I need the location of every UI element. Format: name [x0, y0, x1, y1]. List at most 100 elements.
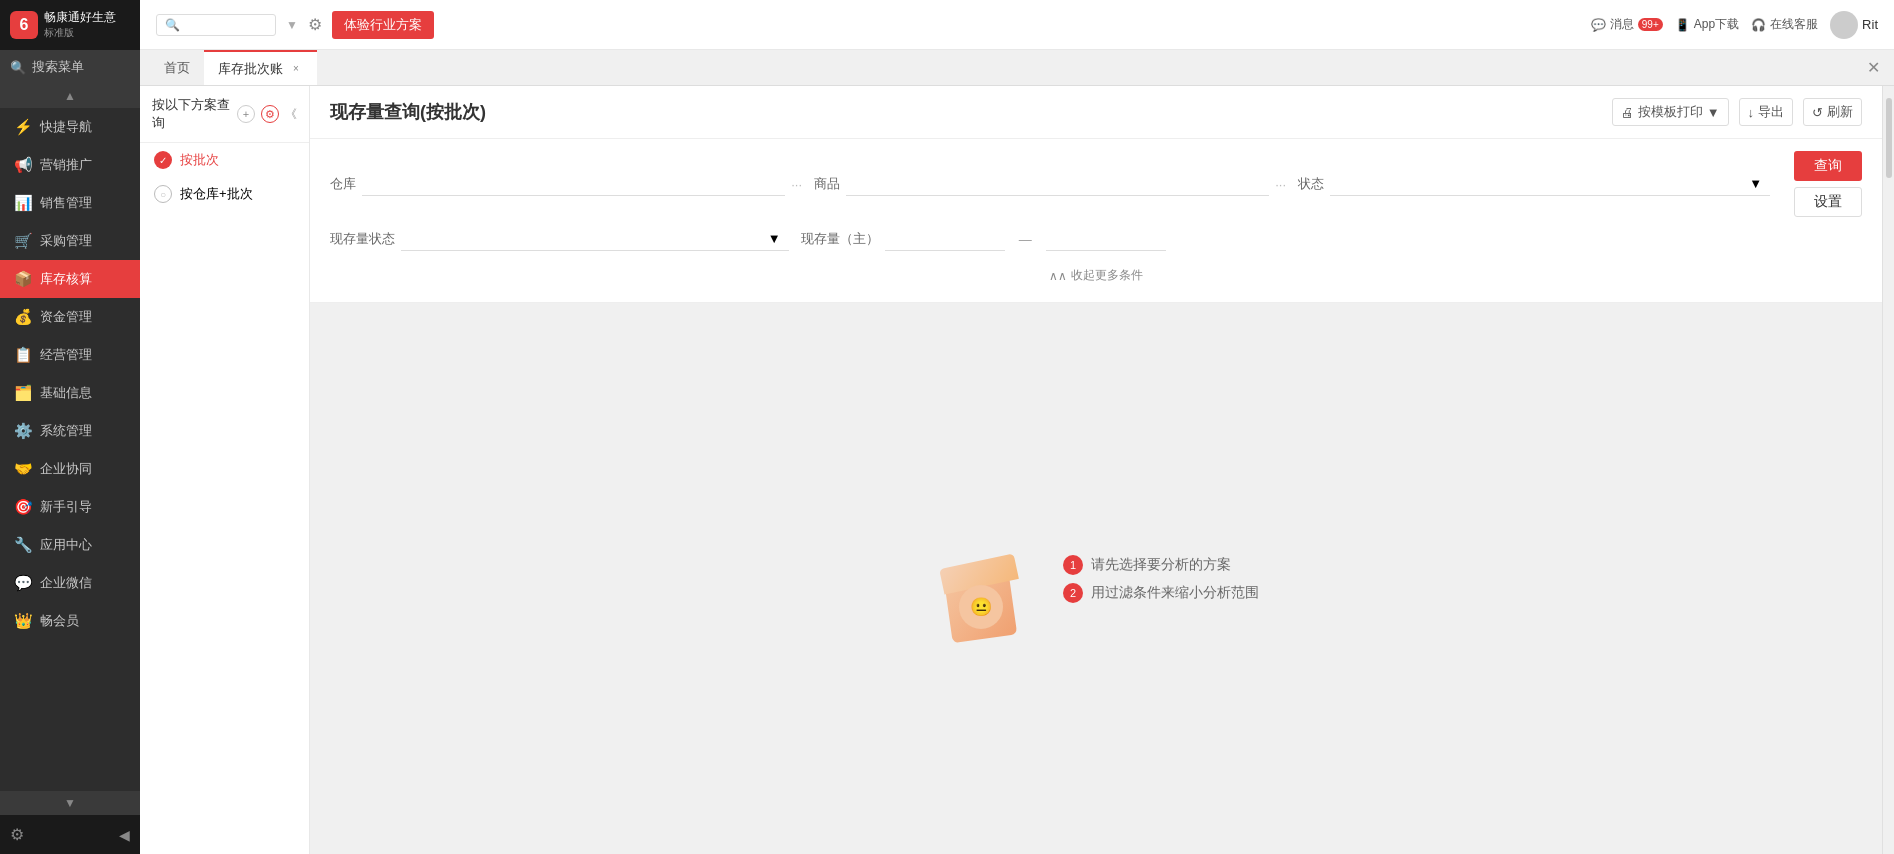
sidebar-item-label: 企业协同 — [40, 460, 92, 478]
tab-panel-close-btn[interactable]: ✕ — [1863, 54, 1884, 81]
settings-button[interactable]: 设置 — [1794, 187, 1862, 217]
warehouse-input[interactable] — [362, 172, 785, 196]
tab-home-label: 首页 — [164, 59, 190, 77]
sidebar-item-quick-nav[interactable]: ⚡ 快捷导航 — [0, 108, 140, 146]
tab-close-icon[interactable]: × — [289, 62, 303, 76]
scrollbar-thumb — [1886, 98, 1892, 178]
online-service-label: 在线客服 — [1770, 16, 1818, 33]
collapse-chevron-icon: ∧∧ — [1049, 269, 1067, 283]
collapse-more-conditions-btn[interactable]: ∧∧ 收起更多条件 — [330, 261, 1862, 290]
filter-row-1: 仓库 ··· 商品 ··· 状态 ▼ — [330, 151, 1862, 217]
sidebar-item-label: 快捷导航 — [40, 118, 92, 136]
warehouse-label: 仓库 — [330, 175, 356, 193]
warehouse-field: 仓库 ··· — [330, 172, 802, 196]
user-profile-btn[interactable]: Rit — [1830, 11, 1878, 39]
step-1-text: 请先选择要分析的方案 — [1091, 556, 1231, 574]
warehouse-more-icon[interactable]: ··· — [791, 177, 802, 192]
page-title: 现存量查询(按批次) — [330, 100, 486, 124]
topbar-actions: 💬 消息 99+ 📱 App下载 🎧 在线客服 Rit — [1591, 11, 1878, 39]
sidebar-item-enterprise[interactable]: 🤝 企业协同 — [0, 450, 140, 488]
status-select[interactable]: ▼ — [1330, 172, 1770, 196]
stock-status-dropdown-icon: ▼ — [768, 231, 781, 246]
vip-icon: 👑 — [14, 612, 32, 630]
status-label: 状态 — [1298, 175, 1324, 193]
sidebar-item-operations[interactable]: 📋 经营管理 — [0, 336, 140, 374]
sidebar-item-label: 应用中心 — [40, 536, 92, 554]
main-area: 🔍 ▼ ⚙ 体验行业方案 💬 消息 99+ 📱 App下载 🎧 在线客服 Rit — [140, 0, 1894, 854]
phone-icon: 📱 — [1675, 18, 1690, 32]
stock-status-label: 现存量状态 — [330, 230, 395, 248]
tab-inventory-batch[interactable]: 库存批次账 × — [204, 50, 317, 85]
plan-item-by-batch[interactable]: ✓ 按批次 — [140, 143, 309, 177]
dropdown-arrow-icon[interactable]: ▼ — [286, 18, 298, 32]
scroll-down-btn[interactable]: ▼ — [0, 791, 140, 815]
tab-active-label: 库存批次账 — [218, 60, 283, 78]
sidebar-item-label: 营销推广 — [40, 156, 92, 174]
plan-by-warehouse-batch-label: 按仓库+批次 — [180, 185, 253, 203]
sidebar-item-basics[interactable]: 🗂️ 基础信息 — [0, 374, 140, 412]
sidebar-item-apps[interactable]: 🔧 应用中心 — [0, 526, 140, 564]
search-menu[interactable]: 🔍 搜索菜单 — [0, 50, 140, 84]
sidebar-item-system[interactable]: ⚙️ 系统管理 — [0, 412, 140, 450]
empty-steps: 1 请先选择要分析的方案 2 用过滤条件来缩小分析范围 — [1063, 555, 1259, 603]
sidebar-footer: ⚙ ◀ — [0, 815, 140, 854]
export-btn[interactable]: ↓ 导出 — [1739, 98, 1794, 126]
sidebar-item-purchase[interactable]: 🛒 采购管理 — [0, 222, 140, 260]
plan-by-batch-label: 按批次 — [180, 151, 219, 169]
plan-item-by-warehouse-batch[interactable]: ○ 按仓库+批次 — [140, 177, 309, 211]
sidebar-item-label: 新手引导 — [40, 498, 92, 516]
inventory-icon: 📦 — [14, 270, 32, 288]
page-header: 现存量查询(按批次) 🖨 按模板打印 ▼ ↓ 导出 ↺ 刷新 — [310, 86, 1882, 139]
app-download-label: App下载 — [1694, 16, 1739, 33]
search-icon: 🔍 — [10, 60, 26, 75]
stock-qty-min-input[interactable] — [885, 227, 1005, 251]
industry-plan-button[interactable]: 体验行业方案 — [332, 11, 434, 39]
sidebar-item-vip[interactable]: 👑 畅会员 — [0, 602, 140, 640]
avatar — [1830, 11, 1858, 39]
print-icon: 🖨 — [1621, 105, 1634, 120]
sales-icon: 📊 — [14, 194, 32, 212]
user-name: Rit — [1862, 17, 1878, 32]
export-label: 导出 — [1758, 103, 1784, 121]
scroll-up-btn[interactable]: ▲ — [0, 84, 140, 108]
finance-icon: 💰 — [14, 308, 32, 326]
system-icon: ⚙️ — [14, 422, 32, 440]
topbar-search-input[interactable] — [184, 18, 264, 32]
basics-icon: 🗂️ — [14, 384, 32, 402]
print-template-btn[interactable]: 🖨 按模板打印 ▼ — [1612, 98, 1729, 126]
settings-gear-icon[interactable]: ⚙ — [308, 15, 322, 34]
chevron-up-icon: ▲ — [64, 89, 76, 103]
left-panel-header: 按以下方案查询 + ⚙ 《 — [140, 86, 309, 143]
add-plan-icon[interactable]: + — [237, 105, 255, 123]
sidebar-item-inventory[interactable]: 📦 库存核算 — [0, 260, 140, 298]
right-scrollbar[interactable] — [1882, 86, 1894, 854]
status-dropdown-icon: ▼ — [1749, 176, 1762, 191]
sidebar-item-newbie[interactable]: 🎯 新手引导 — [0, 488, 140, 526]
collapse-sidebar-icon[interactable]: ◀ — [119, 827, 130, 843]
stock-qty-max-input[interactable] — [1046, 227, 1166, 251]
settings-icon[interactable]: ⚙ — [10, 825, 24, 844]
product-more-icon[interactable]: ··· — [1275, 177, 1286, 192]
sidebar-item-sales[interactable]: 📊 销售管理 — [0, 184, 140, 222]
sidebar-item-marketing[interactable]: 📢 营销推广 — [0, 146, 140, 184]
messages-btn[interactable]: 💬 消息 99+ — [1591, 16, 1663, 33]
app-download-btn[interactable]: 📱 App下载 — [1675, 16, 1739, 33]
sidebar: 6 畅康通好生意 标准版 🔍 搜索菜单 ▲ ⚡ 快捷导航 📢 营销推广 📊 销售… — [0, 0, 140, 854]
collapse-left-panel-icon[interactable]: 《 — [285, 106, 297, 123]
stock-status-field: 现存量状态 ▼ — [330, 227, 789, 251]
query-button[interactable]: 查询 — [1794, 151, 1862, 181]
empty-illustration: 😐 — [933, 529, 1033, 629]
empty-state: 😐 1 请先选择要分析的方案 2 用过滤条件来缩小分析范围 — [310, 303, 1882, 854]
settings-plan-icon[interactable]: ⚙ — [261, 105, 279, 123]
step-2-text: 用过滤条件来缩小分析范围 — [1091, 584, 1259, 602]
right-panel: 现存量查询(按批次) 🖨 按模板打印 ▼ ↓ 导出 ↺ 刷新 — [310, 86, 1882, 854]
sidebar-item-finance[interactable]: 💰 资金管理 — [0, 298, 140, 336]
sidebar-item-wechat[interactable]: 💬 企业微信 — [0, 564, 140, 602]
search-label: 搜索菜单 — [32, 58, 84, 76]
stock-status-select[interactable]: ▼ — [401, 227, 789, 251]
topbar-search-box[interactable]: 🔍 — [156, 14, 276, 36]
refresh-btn[interactable]: ↺ 刷新 — [1803, 98, 1862, 126]
tab-home[interactable]: 首页 — [150, 50, 204, 85]
product-input[interactable] — [846, 172, 1269, 196]
online-service-btn[interactable]: 🎧 在线客服 — [1751, 16, 1818, 33]
